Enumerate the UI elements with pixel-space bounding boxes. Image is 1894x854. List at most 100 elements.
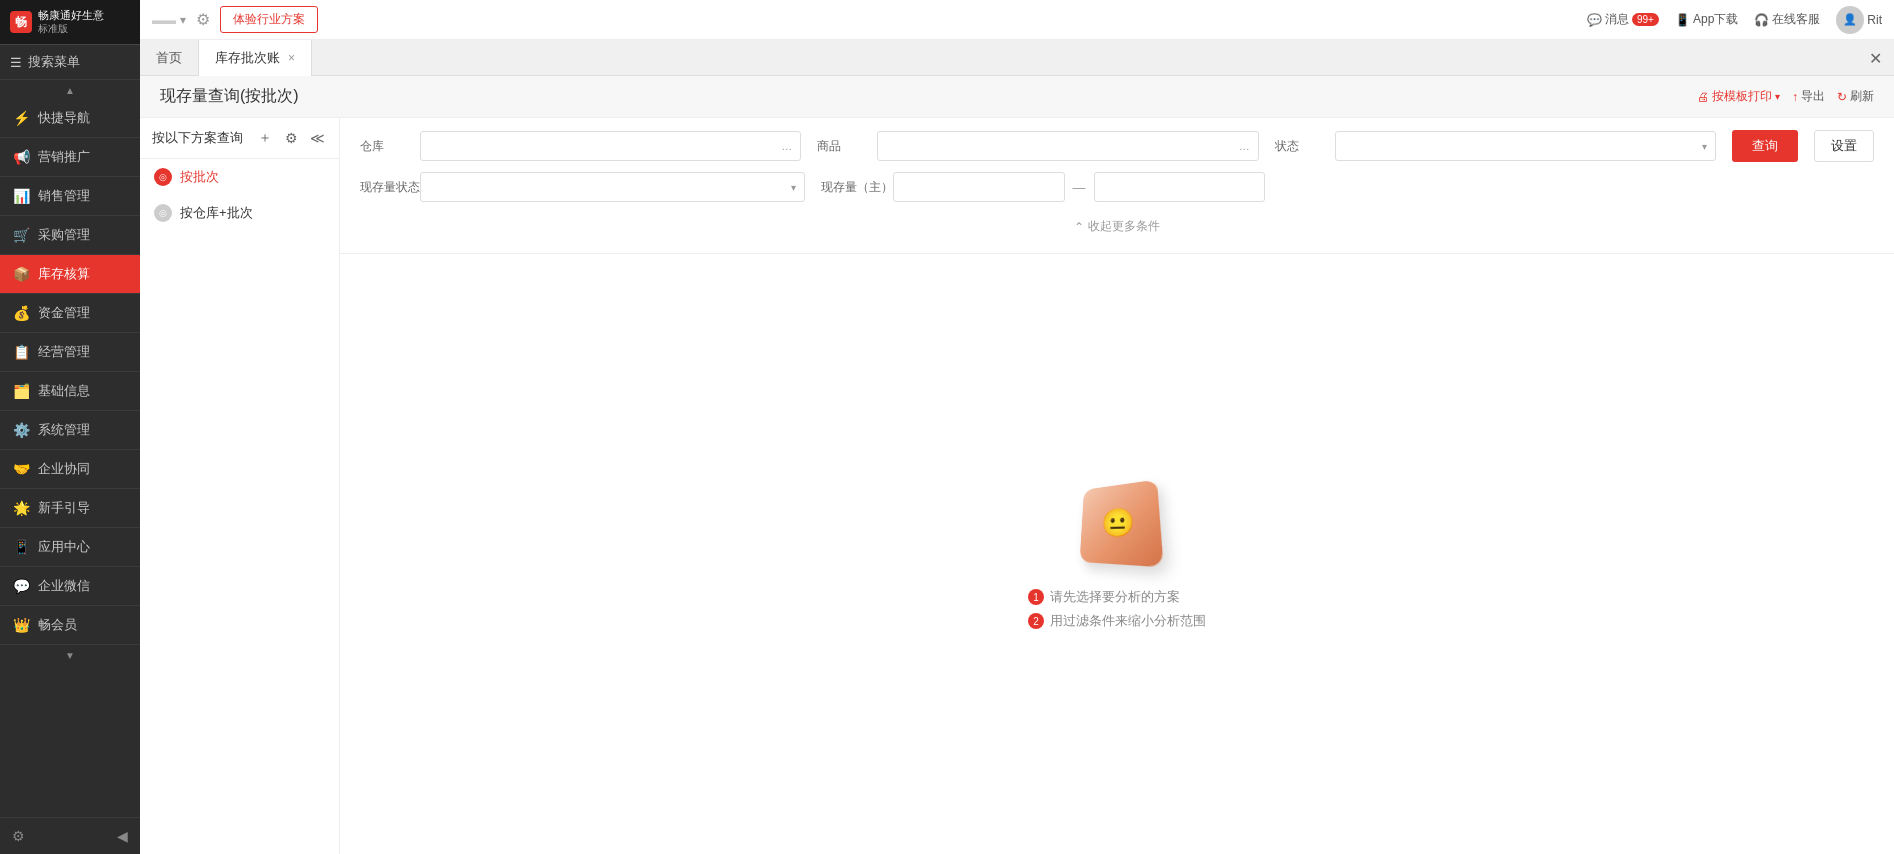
- collapse-icon[interactable]: ◀: [117, 828, 128, 844]
- sidebar-nav: ▲ ⚡ 快捷导航 📢 营销推广 📊 销售管理 🛒 采购管理 📦 库存核算: [0, 80, 140, 817]
- tab-active-label: 库存批次账: [215, 49, 280, 67]
- collapse-label: 收起更多条件: [1088, 218, 1160, 235]
- sidebar-item-wechat[interactable]: 💬 企业微信: [0, 567, 140, 606]
- messages-action[interactable]: 💬 消息 99+: [1587, 11, 1659, 28]
- filter-area: 仓库 … 商品 …: [340, 118, 1894, 254]
- app-download-icon: 📱: [1675, 13, 1690, 27]
- online-service-action[interactable]: 🎧 在线客服: [1754, 11, 1820, 28]
- sidebar-item-purchase[interactable]: 🛒 采购管理: [0, 216, 140, 255]
- avatar-placeholder: 👤: [1843, 13, 1857, 26]
- sidebar-item-system[interactable]: ⚙️ 系统管理: [0, 411, 140, 450]
- status-dropdown-icon: ▾: [1702, 141, 1707, 152]
- sidebar-item-newbie[interactable]: 🌟 新手引导: [0, 489, 140, 528]
- content-body: 按以下方案查询 ＋ ⚙ ≪ ◎ 按批次 ◎: [140, 118, 1894, 854]
- print-btn[interactable]: 🖨 按模板打印 ▾: [1697, 88, 1780, 105]
- sidebar-item-business[interactable]: 📋 经营管理: [0, 333, 140, 372]
- sales-icon: 📊: [12, 187, 30, 205]
- sidebar-item-label: 畅会员: [38, 616, 77, 634]
- export-btn[interactable]: ↑ 导出: [1792, 88, 1825, 105]
- sidebar-item-label: 企业微信: [38, 577, 90, 595]
- member-icon: 👑: [12, 616, 30, 634]
- breadcrumb-dropdown[interactable]: ▾: [180, 13, 186, 27]
- stock-qty-min[interactable]: [893, 172, 1065, 202]
- sidebar-item-label: 资金管理: [38, 304, 90, 322]
- print-icon: 🖨: [1697, 90, 1709, 104]
- page-title: 现存量查询(按批次): [160, 86, 299, 107]
- refresh-btn[interactable]: ↻ 刷新: [1837, 88, 1874, 105]
- settings-btn[interactable]: 设置: [1814, 130, 1874, 162]
- enterprise-icon: 🤝: [12, 460, 30, 478]
- print-label: 按模板打印: [1712, 88, 1772, 105]
- avatar: 👤: [1836, 6, 1864, 34]
- sidebar-item-label: 系统管理: [38, 421, 90, 439]
- sidebar-search-label: 搜索菜单: [28, 53, 80, 71]
- user-profile-action[interactable]: 👤 Rit: [1836, 6, 1882, 34]
- stock-qty-label: 现存量（主）: [821, 179, 893, 196]
- tab-inventory-batch[interactable]: 库存批次账 ×: [199, 40, 312, 76]
- empty-tip-1: 1 请先选择要分析的方案: [1028, 588, 1206, 606]
- settings-gear-icon[interactable]: ⚙: [196, 10, 210, 29]
- export-label: 导出: [1801, 88, 1825, 105]
- warehouse-input[interactable]: …: [420, 131, 801, 161]
- empty-tips: 1 请先选择要分析的方案 2 用过滤条件来缩小分析范围: [1028, 588, 1206, 636]
- sidebar-item-label: 基础信息: [38, 382, 90, 400]
- empty-tip-2: 2 用过滤条件来缩小分析范围: [1028, 612, 1206, 630]
- settings-icon[interactable]: ⚙: [12, 828, 25, 844]
- sidebar-item-sales[interactable]: 📊 销售管理: [0, 177, 140, 216]
- sidebar-header: 畅 畅康通好生意 标准版: [0, 0, 140, 45]
- page-header: 现存量查询(按批次) 🖨 按模板打印 ▾ ↑ 导出 ↻ 刷新: [140, 76, 1894, 118]
- warehouse-batch-scheme-icon: ◎: [154, 204, 172, 222]
- main-area: ▬▬ ▾ ⚙ 体验行业方案 💬 消息 99+ 📱 App下载 🎧 在线客服 👤: [140, 0, 1894, 854]
- sidebar-item-appstore[interactable]: 📱 应用中心: [0, 528, 140, 567]
- inventory-icon: 📦: [12, 265, 30, 283]
- goods-input[interactable]: …: [877, 131, 1258, 161]
- sidebar-item-basic[interactable]: 🗂️ 基础信息: [0, 372, 140, 411]
- topbar: ▬▬ ▾ ⚙ 体验行业方案 💬 消息 99+ 📱 App下载 🎧 在线客服 👤: [140, 0, 1894, 40]
- panel-item-by-batch[interactable]: ◎ 按批次: [140, 159, 339, 195]
- page-content: 现存量查询(按批次) 🖨 按模板打印 ▾ ↑ 导出 ↻ 刷新: [140, 76, 1894, 854]
- sidebar-search[interactable]: ☰ 搜索菜单: [0, 45, 140, 80]
- goods-filter-group: 商品 …: [817, 131, 1258, 161]
- sidebar-item-inventory[interactable]: 📦 库存核算: [0, 255, 140, 294]
- left-panel: 按以下方案查询 ＋ ⚙ ≪ ◎ 按批次 ◎: [140, 118, 340, 854]
- wechat-icon: 💬: [12, 577, 30, 595]
- tabbar-close-right[interactable]: ✕: [1857, 40, 1894, 76]
- sidebar-item-marketing[interactable]: 📢 营销推广: [0, 138, 140, 177]
- filter-collapse-btn[interactable]: ⌃ 收起更多条件: [360, 212, 1874, 241]
- app-download-action[interactable]: 📱 App下载: [1675, 11, 1738, 28]
- add-scheme-btn[interactable]: ＋: [255, 128, 275, 148]
- app-subtitle: 标准版: [38, 22, 104, 36]
- stock-qty-max[interactable]: [1094, 172, 1266, 202]
- app-logo: 畅: [10, 11, 32, 33]
- scroll-up-icon[interactable]: ▲: [65, 85, 75, 96]
- settings-scheme-btn[interactable]: ⚙: [281, 128, 301, 148]
- sidebar-item-label: 库存核算: [38, 265, 90, 283]
- empty-tip-2-text: 用过滤条件来缩小分析范围: [1050, 612, 1206, 630]
- experience-btn[interactable]: 体验行业方案: [220, 6, 318, 33]
- sidebar-item-quick-nav[interactable]: ⚡ 快捷导航: [0, 99, 140, 138]
- sidebar-item-label: 采购管理: [38, 226, 90, 244]
- purchase-icon: 🛒: [12, 226, 30, 244]
- query-btn[interactable]: 查询: [1732, 130, 1798, 162]
- tab-close-btn[interactable]: ×: [288, 51, 295, 65]
- sidebar-item-enterprise[interactable]: 🤝 企业协同: [0, 450, 140, 489]
- sidebar-item-finance[interactable]: 💰 资金管理: [0, 294, 140, 333]
- message-icon: 💬: [1587, 13, 1602, 27]
- refresh-label: 刷新: [1850, 88, 1874, 105]
- panel-item-by-warehouse-batch[interactable]: ◎ 按仓库+批次: [140, 195, 339, 231]
- right-panel: 仓库 … 商品 …: [340, 118, 1894, 854]
- appstore-icon: 📱: [12, 538, 30, 556]
- stock-status-select[interactable]: ▾: [420, 172, 805, 202]
- basic-icon: 🗂️: [12, 382, 30, 400]
- newbie-icon: 🌟: [12, 499, 30, 517]
- scroll-down-icon[interactable]: ▼: [65, 650, 75, 661]
- refresh-icon: ↻: [1837, 90, 1847, 104]
- collapse-icon: ⌃: [1074, 220, 1084, 234]
- service-icon: 🎧: [1754, 13, 1769, 27]
- status-select[interactable]: ▾: [1335, 131, 1716, 161]
- print-dropdown-icon[interactable]: ▾: [1775, 91, 1780, 102]
- sidebar-item-member[interactable]: 👑 畅会员: [0, 606, 140, 645]
- collapse-panel-btn[interactable]: ≪: [307, 128, 327, 148]
- tab-home[interactable]: 首页: [140, 40, 199, 76]
- messages-badge: 99+: [1632, 13, 1659, 26]
